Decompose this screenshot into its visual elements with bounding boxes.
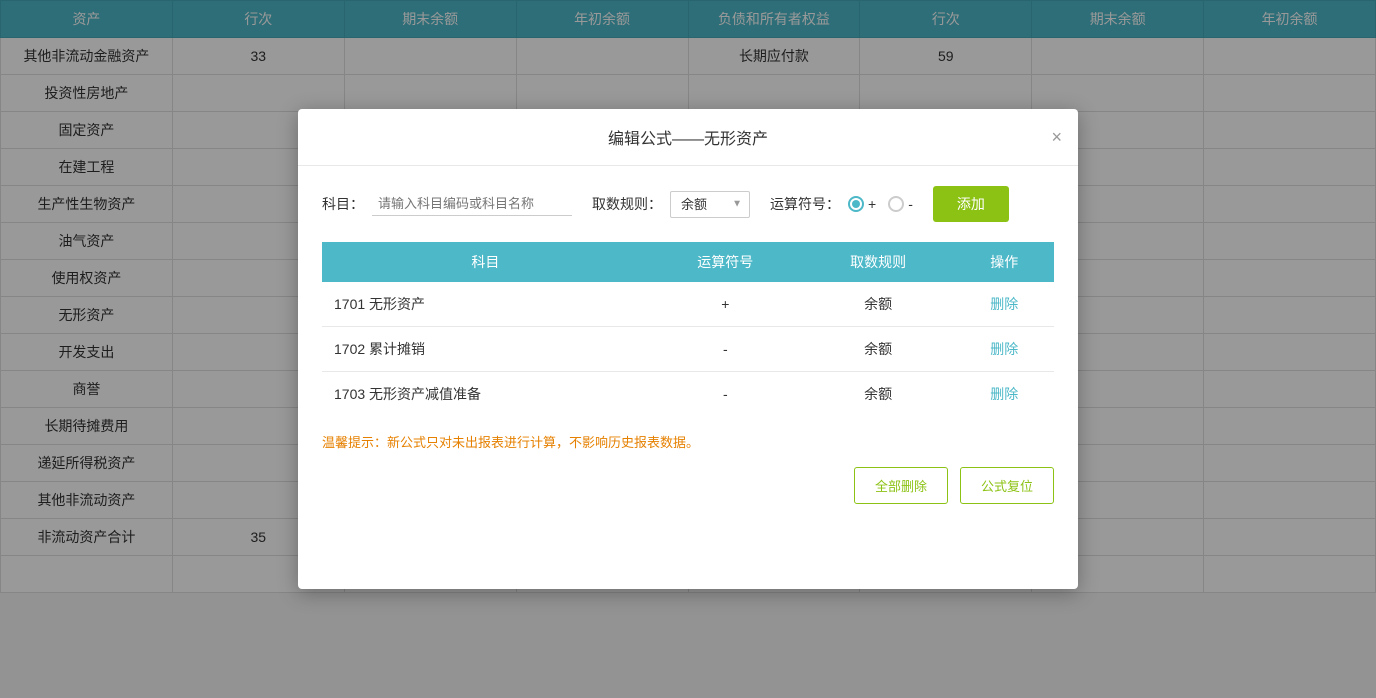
operator-plus-label: +	[868, 196, 876, 212]
formula-action-cell: 删除	[955, 372, 1054, 417]
rule-select[interactable]: 余额 借方 贷方	[670, 191, 750, 218]
operator-plus-radio[interactable]: +	[848, 196, 876, 212]
modal-footer: 全部删除 公式复位	[298, 459, 1078, 504]
th-subject: 科目	[322, 242, 649, 282]
operator-field-group: 运算符号： + -	[770, 194, 913, 214]
th-operator: 运算符号	[649, 242, 802, 282]
operator-minus-label: -	[908, 196, 913, 212]
subject-input[interactable]	[372, 192, 572, 216]
formula-table-row: 1701 无形资产+余额 删除	[322, 282, 1054, 327]
delete-row-link[interactable]: 删除	[990, 296, 1018, 312]
formula-table-row: 1702 累计摊销-余额 删除	[322, 327, 1054, 372]
formula-table: 科目 运算符号 取数规则 操作 1701 无形资产+余额删除1702 累计摊销-…	[322, 242, 1054, 416]
reset-formula-button[interactable]: 公式复位	[960, 467, 1054, 504]
th-action: 操作	[955, 242, 1054, 282]
operator-label: 运算符号：	[770, 194, 840, 214]
subject-label: 科目：	[322, 194, 364, 214]
formula-subject-cell: 1702 累计摊销	[322, 327, 649, 372]
formula-rule-cell: 余额	[802, 282, 955, 327]
subject-field-group: 科目：	[322, 192, 572, 216]
formula-table-wrap: 科目 运算符号 取数规则 操作 1701 无形资产+余额删除1702 累计摊销-…	[298, 242, 1078, 416]
delete-all-button[interactable]: 全部删除	[854, 467, 948, 504]
formula-operator-cell: -	[649, 327, 802, 372]
formula-subject-cell: 1701 无形资产	[322, 282, 649, 327]
rule-field-group: 取数规则： 余额 借方 贷方	[592, 191, 750, 218]
modal-overlay: 编辑公式——无形资产 × 科目： 取数规则： 余额 借方 贷方	[0, 0, 1376, 698]
rule-select-wrap: 余额 借方 贷方	[670, 191, 750, 218]
warning-text: 温馨提示：新公式只对未出报表进行计算，不影响历史报表数据。	[298, 416, 1078, 459]
operator-minus-radio[interactable]: -	[888, 196, 913, 212]
modal-dialog: 编辑公式——无形资产 × 科目： 取数规则： 余额 借方 贷方	[298, 109, 1078, 589]
close-button[interactable]: ×	[1051, 128, 1062, 146]
formula-operator-cell: +	[649, 282, 802, 327]
operator-radio-group: + -	[848, 196, 913, 212]
add-button[interactable]: 添加	[933, 186, 1009, 222]
delete-row-link[interactable]: 删除	[990, 386, 1018, 402]
formula-action-cell: 删除	[955, 327, 1054, 372]
rule-label: 取数规则：	[592, 194, 662, 214]
formula-action-cell: 删除	[955, 282, 1054, 327]
formula-rule-cell: 余额	[802, 372, 955, 417]
formula-rule-cell: 余额	[802, 327, 955, 372]
formula-subject-cell: 1703 无形资产减值准备	[322, 372, 649, 417]
form-row: 科目： 取数规则： 余额 借方 贷方 运算符号：	[298, 166, 1078, 242]
modal-title: 编辑公式——无形资产	[608, 125, 768, 149]
modal-header: 编辑公式——无形资产 ×	[298, 109, 1078, 166]
delete-row-link[interactable]: 删除	[990, 341, 1018, 357]
formula-table-header-row: 科目 运算符号 取数规则 操作	[322, 242, 1054, 282]
th-rule: 取数规则	[802, 242, 955, 282]
formula-operator-cell: -	[649, 372, 802, 417]
formula-table-row: 1703 无形资产减值准备-余额 删除	[322, 372, 1054, 417]
radio-minus-circle	[888, 196, 904, 212]
radio-plus-circle	[848, 196, 864, 212]
